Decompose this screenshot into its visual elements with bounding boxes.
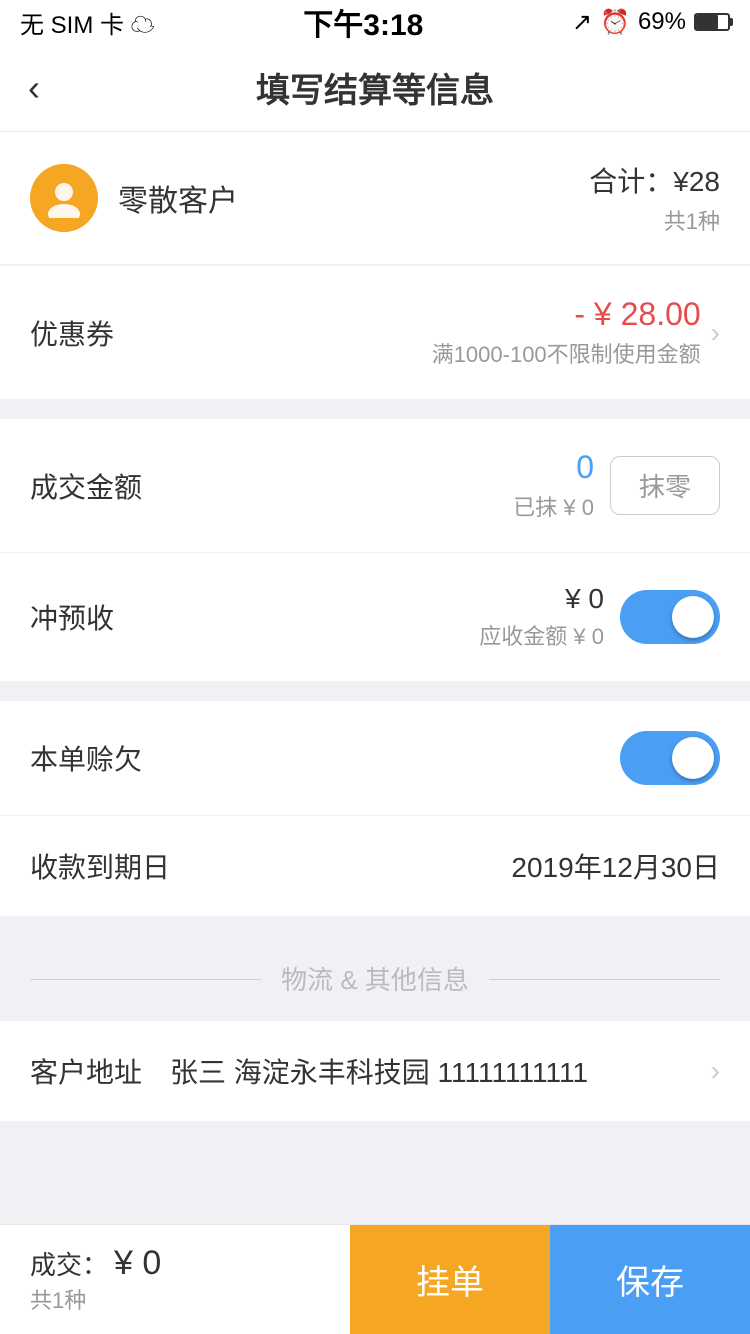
debt-row: 本单赊欠 [0, 701, 750, 816]
section-divider-3 [0, 918, 750, 936]
customer-name: 零散客户 [118, 176, 238, 220]
transaction-amount-row: 成交金额 0 已抹 ¥ 0 抹零 [0, 419, 750, 553]
prepayment-value-col: ¥ 0 应收金额 ¥ 0 [479, 583, 604, 651]
address-right: › [711, 1055, 720, 1087]
debt-toggle[interactable] [620, 731, 720, 785]
transaction-section: 成交金额 0 已抹 ¥ 0 抹零 冲预收 ¥ 0 应收金额 ¥ 0 [0, 419, 750, 681]
customer-summary: 合计：¥28 共1种 [589, 160, 720, 236]
coupon-chevron-icon: › [711, 317, 720, 349]
address-value: 张三 海淀永丰科技园 11111111111 [150, 1051, 711, 1091]
status-bar: 无 SIM 卡 ☁ 下午3:18 ↗ ⏰ 69% [0, 0, 750, 44]
coupon-amount: - ¥ 28.00 [432, 296, 701, 333]
transaction-value: 0 [513, 449, 594, 486]
back-button[interactable]: ‹ [28, 67, 40, 109]
customer-total: 合计：¥28 [589, 160, 720, 200]
logistics-title: 物流 & 其他信息 [261, 965, 489, 995]
hang-order-button[interactable]: 挂单 [350, 1225, 550, 1334]
coupon-label: 优惠券 [30, 313, 114, 353]
due-date-row: 收款到期日 2019年12月30日 [0, 816, 750, 916]
alarm-icon: ⏰ [600, 8, 630, 37]
address-row[interactable]: 客户地址 张三 海淀永丰科技园 11111111111 › [0, 1021, 750, 1121]
address-label: 客户地址 [30, 1051, 150, 1091]
prepayment-row: 冲预收 ¥ 0 应收金额 ¥ 0 [0, 553, 750, 681]
bottom-info: 成交： ¥ 0 共1种 [0, 1225, 350, 1334]
status-left: 无 SIM 卡 ☁ [20, 5, 155, 40]
sim-signal-text: 无 SIM 卡 ☁ [20, 5, 155, 40]
prepayment-label: 冲预收 [30, 597, 150, 637]
section-divider-1 [0, 401, 750, 419]
coupon-right: - ¥ 28.00 满1000-100不限制使用金额 › [432, 296, 720, 369]
section-divider-2 [0, 683, 750, 701]
coupon-desc: 满1000-100不限制使用金额 [432, 337, 701, 369]
customer-card: 零散客户 合计：¥28 共1种 [0, 132, 750, 264]
page-title: 填写结算等信息 [256, 63, 494, 112]
round-off-button[interactable]: 抹零 [610, 456, 720, 515]
bottom-deal-label: 成交： [30, 1245, 108, 1282]
prepayment-right: ¥ 0 应收金额 ¥ 0 [479, 583, 720, 651]
battery-icon [694, 13, 730, 31]
toggle-knob [672, 596, 714, 638]
bottom-deal-row: 成交： ¥ 0 [30, 1244, 320, 1283]
prepayment-value: ¥ 0 [479, 583, 604, 615]
nav-bar: ‹ 填写结算等信息 [0, 44, 750, 132]
coupon-value-col: - ¥ 28.00 满1000-100不限制使用金额 [432, 296, 701, 369]
address-chevron-icon: › [711, 1055, 720, 1087]
due-date-right: 2019年12月30日 [511, 846, 720, 886]
prepayment-toggle[interactable] [620, 590, 720, 644]
prepayment-sub: 应收金额 ¥ 0 [479, 619, 604, 651]
transaction-right: 0 已抹 ¥ 0 抹零 [513, 449, 720, 522]
battery-text: 69% [638, 8, 686, 36]
debt-right [620, 731, 720, 785]
customer-avatar [30, 164, 98, 232]
main-content: 零散客户 合计：¥28 共1种 优惠券 - ¥ 28.00 满1000-100不… [0, 132, 750, 1243]
coupon-row[interactable]: 优惠券 - ¥ 28.00 满1000-100不限制使用金额 › [0, 266, 750, 399]
bottom-bar: 成交： ¥ 0 共1种 挂单 保存 [0, 1224, 750, 1334]
status-right: ↗ ⏰ 69% [572, 8, 730, 37]
transaction-value-col: 0 已抹 ¥ 0 [513, 449, 594, 522]
debt-toggle-knob [672, 737, 714, 779]
user-icon [44, 178, 84, 218]
logistics-header: 物流 & 其他信息 [0, 936, 750, 1021]
transaction-label: 成交金额 [30, 466, 150, 506]
bottom-count: 共1种 [30, 1283, 320, 1315]
bottom-amount: ¥ 0 [114, 1244, 161, 1283]
save-button[interactable]: 保存 [550, 1225, 750, 1334]
debt-label: 本单赊欠 [30, 738, 150, 778]
transaction-sub: 已抹 ¥ 0 [513, 490, 594, 522]
due-date-value: 2019年12月30日 [511, 846, 720, 886]
due-date-label: 收款到期日 [30, 846, 170, 886]
status-time: 下午3:18 [303, 0, 423, 44]
customer-info-left: 零散客户 [30, 164, 238, 232]
location-icon: ↗ [572, 8, 592, 37]
debt-section: 本单赊欠 收款到期日 2019年12月30日 [0, 701, 750, 916]
customer-count: 共1种 [589, 204, 720, 236]
